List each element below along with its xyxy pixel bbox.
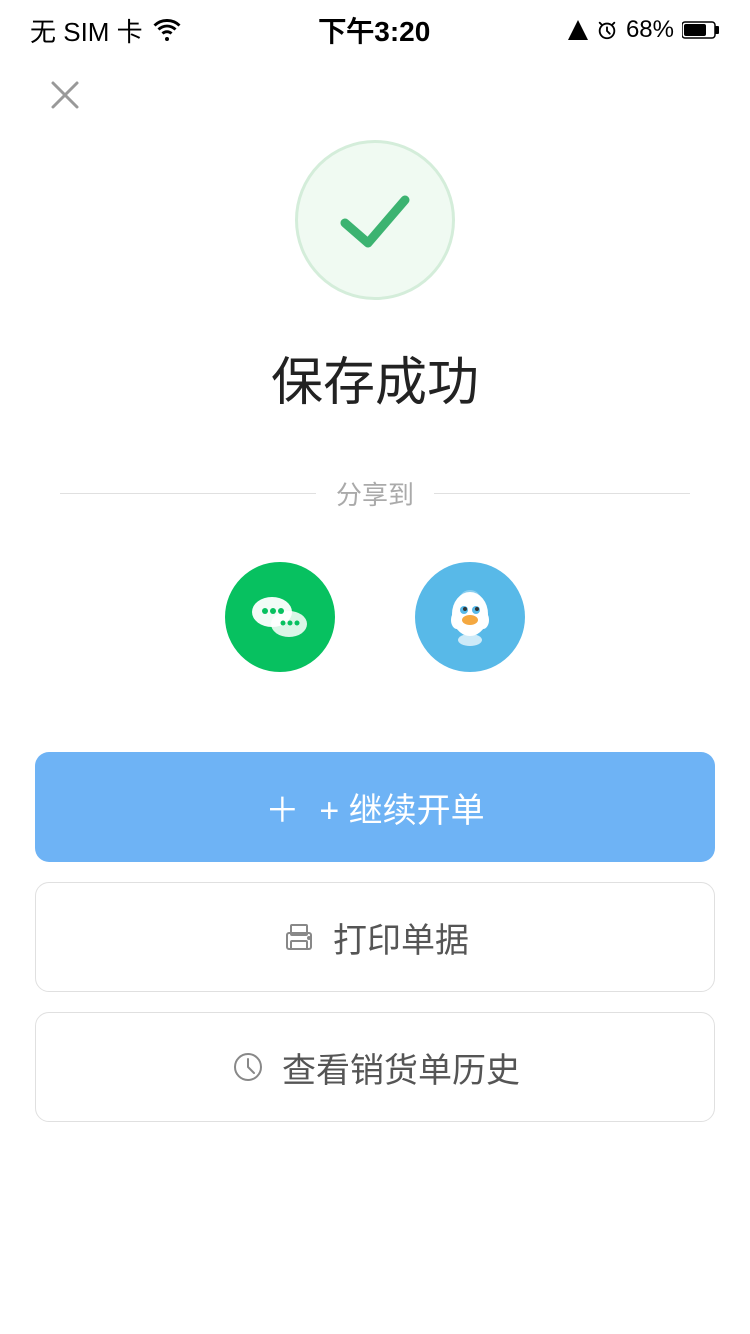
print-icon (281, 919, 317, 955)
share-divider: 分享到 (0, 475, 750, 512)
qq-share-button[interactable] (415, 562, 525, 672)
main-content: 保存成功 分享到 (0, 60, 750, 1122)
continue-icon: ＋ (265, 783, 299, 832)
share-buttons-container (225, 562, 525, 672)
wifi-icon (153, 19, 181, 41)
success-icon-circle (295, 140, 455, 300)
history-label: 查看销货单历史 (282, 1043, 520, 1092)
status-right: 68% (568, 16, 720, 44)
print-button[interactable]: 打印单据 (35, 882, 715, 992)
success-title: 保存成功 (271, 340, 479, 415)
battery-text: 68% (626, 16, 674, 44)
print-label: 打印单据 (333, 913, 469, 962)
divider-line-right (434, 493, 690, 494)
no-sim-text: 无 SIM 卡 (30, 12, 143, 49)
wechat-icon (245, 582, 315, 652)
continue-label: + 继续开单 (319, 783, 484, 832)
alarm-icon (596, 19, 618, 41)
location-icon (568, 20, 588, 40)
action-buttons-container: ＋ + 继续开单 打印单据 查看销货单历史 (35, 752, 715, 1122)
checkmark-icon (330, 175, 420, 265)
status-bar: 无 SIM 卡 下午3:20 68% (0, 0, 750, 60)
wechat-share-button[interactable] (225, 562, 335, 672)
history-icon (230, 1049, 266, 1085)
qq-icon (435, 582, 505, 652)
history-button[interactable]: 查看销货单历史 (35, 1012, 715, 1122)
divider-line-left (60, 493, 316, 494)
status-left: 无 SIM 卡 (30, 12, 181, 49)
close-button[interactable] (40, 70, 90, 120)
continue-button[interactable]: ＋ + 继续开单 (35, 752, 715, 862)
status-time: 下午3:20 (318, 10, 430, 50)
share-label: 分享到 (336, 475, 414, 512)
battery-icon (682, 21, 720, 39)
